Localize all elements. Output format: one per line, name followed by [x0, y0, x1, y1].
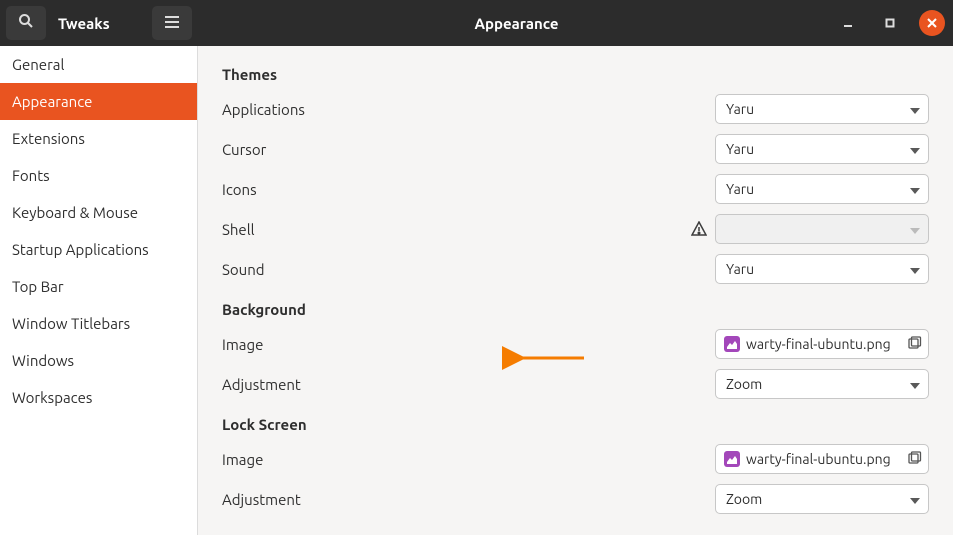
row-cursor: Cursor Yaru: [222, 129, 929, 169]
row-control: Yaru: [715, 134, 929, 164]
tweaks-window: Tweaks Appearance General Appearance Ex: [0, 0, 953, 535]
row-control: Yaru: [715, 174, 929, 204]
maximize-button[interactable]: [877, 10, 903, 36]
sidebar-item-workspaces[interactable]: Workspaces: [0, 379, 197, 416]
sidebar-item-fonts[interactable]: Fonts: [0, 157, 197, 194]
chevron-down-icon: [910, 181, 920, 197]
row-label: Shell: [222, 221, 689, 238]
lockscreen-image-chooser[interactable]: warty-final-ubuntu.png: [715, 444, 929, 474]
open-file-icon: [906, 336, 922, 352]
sidebar-item-top-bar[interactable]: Top Bar: [0, 268, 197, 305]
combo-value: Yaru: [726, 261, 754, 277]
row-label: Applications: [222, 101, 715, 118]
minimize-button[interactable]: [835, 10, 861, 36]
hamburger-icon: [165, 14, 179, 32]
filename: warty-final-ubuntu.png: [746, 451, 900, 467]
row-control: Yaru: [715, 94, 929, 124]
chevron-down-icon: [910, 141, 920, 157]
close-button[interactable]: [919, 10, 945, 36]
sidebar-item-startup-applications[interactable]: Startup Applications: [0, 231, 197, 268]
row-ls-image: Image warty-final-ubuntu.png: [222, 439, 929, 479]
hamburger-menu-button[interactable]: [152, 6, 192, 40]
sidebar-label: Fonts: [12, 167, 50, 184]
row-label: Icons: [222, 181, 715, 198]
sidebar-item-general[interactable]: General: [0, 46, 197, 83]
row-shell: Shell: [222, 209, 929, 249]
image-thumbnail-icon: [724, 451, 740, 467]
row-bg-adjustment: Adjustment Zoom: [222, 364, 929, 404]
sidebar-item-windows[interactable]: Windows: [0, 342, 197, 379]
combo-value: Yaru: [726, 101, 754, 117]
sound-theme-combo[interactable]: Yaru: [715, 254, 929, 284]
shell-theme-combo: [715, 214, 929, 244]
sidebar-label: Workspaces: [12, 389, 92, 406]
image-thumbnail-icon: [724, 336, 740, 352]
row-control: warty-final-ubuntu.png: [715, 444, 929, 474]
content-pane: Themes Applications Yaru Cursor Yaru: [198, 46, 953, 535]
row-label: Image: [222, 336, 715, 353]
row-label: Image: [222, 451, 715, 468]
applications-theme-combo[interactable]: Yaru: [715, 94, 929, 124]
chevron-down-icon: [910, 221, 920, 237]
sidebar-item-extensions[interactable]: Extensions: [0, 120, 197, 157]
sidebar-label: Startup Applications: [12, 241, 149, 258]
section-title-themes: Themes: [222, 66, 929, 83]
sidebar-label: General: [12, 56, 64, 73]
headerbar: Tweaks Appearance: [0, 0, 953, 46]
row-label: Adjustment: [222, 491, 715, 508]
app-title: Tweaks: [46, 15, 152, 32]
section-title-lockscreen: Lock Screen: [222, 416, 929, 433]
row-sound: Sound Yaru: [222, 249, 929, 289]
row-icons: Icons Yaru: [222, 169, 929, 209]
sidebar-item-appearance[interactable]: Appearance: [0, 83, 197, 120]
cursor-theme-combo[interactable]: Yaru: [715, 134, 929, 164]
row-applications: Applications Yaru: [222, 89, 929, 129]
sidebar-label: Top Bar: [12, 278, 64, 295]
search-button[interactable]: [6, 6, 46, 40]
row-control: [715, 214, 929, 244]
sidebar-item-window-titlebars[interactable]: Window Titlebars: [0, 305, 197, 342]
lockscreen-adjustment-combo[interactable]: Zoom: [715, 484, 929, 514]
page-title: Appearance: [198, 0, 835, 46]
sidebar-label: Appearance: [12, 93, 92, 110]
search-icon: [18, 13, 34, 33]
row-control: Yaru: [715, 254, 929, 284]
combo-value: Zoom: [726, 491, 762, 507]
filename: warty-final-ubuntu.png: [746, 336, 900, 352]
combo-value: Zoom: [726, 376, 762, 392]
sidebar: General Appearance Extensions Fonts Keyb…: [0, 46, 198, 535]
chevron-down-icon: [910, 491, 920, 507]
sidebar-label: Window Titlebars: [12, 315, 130, 332]
combo-value: Yaru: [726, 141, 754, 157]
sidebar-label: Windows: [12, 352, 74, 369]
headerbar-left: Tweaks: [0, 0, 198, 46]
body: General Appearance Extensions Fonts Keyb…: [0, 46, 953, 535]
row-label: Sound: [222, 261, 715, 278]
row-control: Zoom: [715, 484, 929, 514]
row-bg-image: Image warty-final-ubuntu.png: [222, 324, 929, 364]
combo-value: Yaru: [726, 181, 754, 197]
chevron-down-icon: [910, 376, 920, 392]
sidebar-label: Keyboard & Mouse: [12, 204, 138, 221]
background-adjustment-combo[interactable]: Zoom: [715, 369, 929, 399]
chevron-down-icon: [910, 261, 920, 277]
warning-icon: [689, 221, 709, 237]
chevron-down-icon: [910, 101, 920, 117]
row-label: Cursor: [222, 141, 715, 158]
window-controls: [835, 0, 953, 46]
row-control: Zoom: [715, 369, 929, 399]
sidebar-item-keyboard-mouse[interactable]: Keyboard & Mouse: [0, 194, 197, 231]
row-label: Adjustment: [222, 376, 715, 393]
section-title-background: Background: [222, 301, 929, 318]
row-control: warty-final-ubuntu.png: [715, 329, 929, 359]
row-ls-adjustment: Adjustment Zoom: [222, 479, 929, 519]
icons-theme-combo[interactable]: Yaru: [715, 174, 929, 204]
open-file-icon: [906, 451, 922, 467]
sidebar-label: Extensions: [12, 130, 85, 147]
background-image-chooser[interactable]: warty-final-ubuntu.png: [715, 329, 929, 359]
